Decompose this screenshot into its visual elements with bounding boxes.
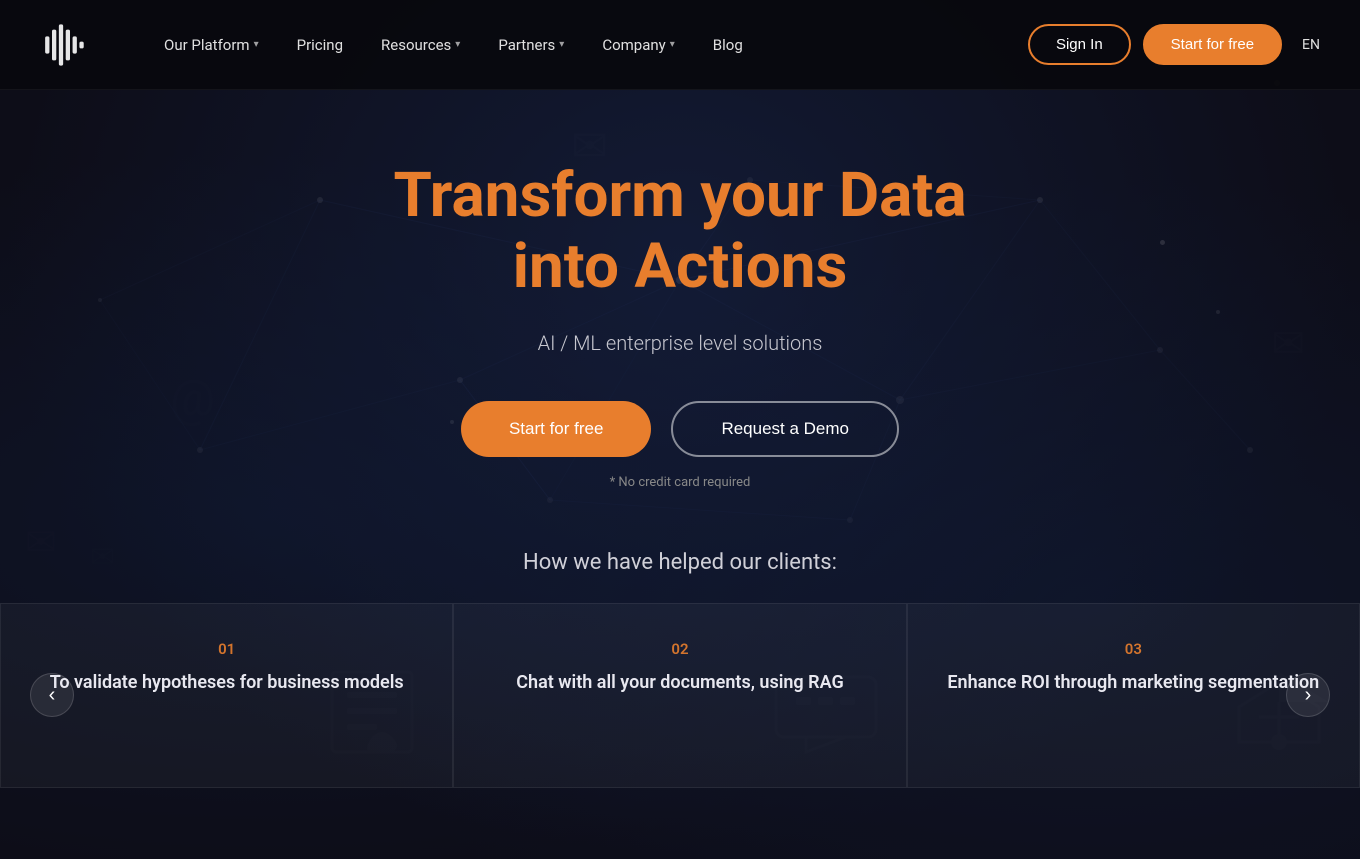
request-demo-button[interactable]: Request a Demo (671, 401, 899, 457)
nav-actions: Sign In Start for free EN (1028, 24, 1320, 65)
decor-dot-1 (1160, 240, 1165, 245)
nav-item-company[interactable]: Company ▾ (586, 28, 690, 62)
decor-dot-2 (1216, 310, 1220, 314)
carousel-wrapper: ‹ 01 To validate hypotheses for business… (0, 603, 1360, 788)
no-credit-text: * No credit card required (393, 475, 966, 490)
card-text-2: Chat with all your documents, using RAG (486, 670, 873, 695)
chevron-down-icon: ▾ (254, 39, 259, 50)
hero-subtitle: AI / ML enterprise level solutions (393, 331, 966, 355)
card-number-2: 02 (486, 640, 873, 658)
hero-buttons: Start for free Request a Demo (393, 401, 966, 457)
hero-section: ✉ ✉ ✉ ✉ @ Transform your Data into Actio… (0, 0, 1360, 859)
chevron-down-icon: ▾ (670, 39, 675, 50)
chevron-down-icon: ▾ (455, 39, 460, 50)
email-icon-right: ✉ (1271, 320, 1305, 367)
card-number-1: 01 (33, 640, 420, 658)
card-number-3: 03 (940, 640, 1327, 658)
start-free-hero-button[interactable]: Start for free (461, 401, 651, 457)
clients-title: How we have helped our clients: (0, 550, 1360, 575)
nav-item-pricing[interactable]: Pricing (281, 28, 359, 62)
language-toggle[interactable]: EN (1302, 37, 1320, 53)
start-free-nav-button[interactable]: Start for free (1143, 24, 1282, 65)
clients-section: How we have helped our clients: ‹ 01 To … (0, 550, 1360, 788)
client-card-2: 02 Chat with all your documents, using R… (453, 603, 906, 788)
navbar: Our Platform ▾ Pricing Resources ▾ Partn… (0, 0, 1360, 90)
chevron-down-icon: ▾ (559, 39, 564, 50)
sign-in-button[interactable]: Sign In (1028, 24, 1131, 65)
nav-item-blog[interactable]: Blog (697, 28, 759, 62)
nav-links: Our Platform ▾ Pricing Resources ▾ Partn… (148, 28, 1028, 62)
hero-content: Transform your Data into Actions AI / ML… (393, 160, 966, 490)
nav-item-partners[interactable]: Partners ▾ (482, 28, 580, 62)
hero-title: Transform your Data into Actions (393, 160, 966, 303)
nav-item-our-platform[interactable]: Our Platform ▾ (148, 28, 275, 62)
card-text-3: Enhance ROI through marketing segmentati… (940, 670, 1327, 695)
carousel-next-button[interactable]: › (1286, 673, 1330, 717)
carousel-prev-button[interactable]: ‹ (30, 673, 74, 717)
nav-item-resources[interactable]: Resources ▾ (365, 28, 476, 62)
logo-icon (40, 21, 88, 69)
card-text-1: To validate hypotheses for business mode… (33, 670, 420, 695)
cards-container: 01 To validate hypotheses for business m… (0, 603, 1360, 788)
at-icon: @ (170, 370, 215, 428)
logo[interactable] (40, 21, 88, 69)
